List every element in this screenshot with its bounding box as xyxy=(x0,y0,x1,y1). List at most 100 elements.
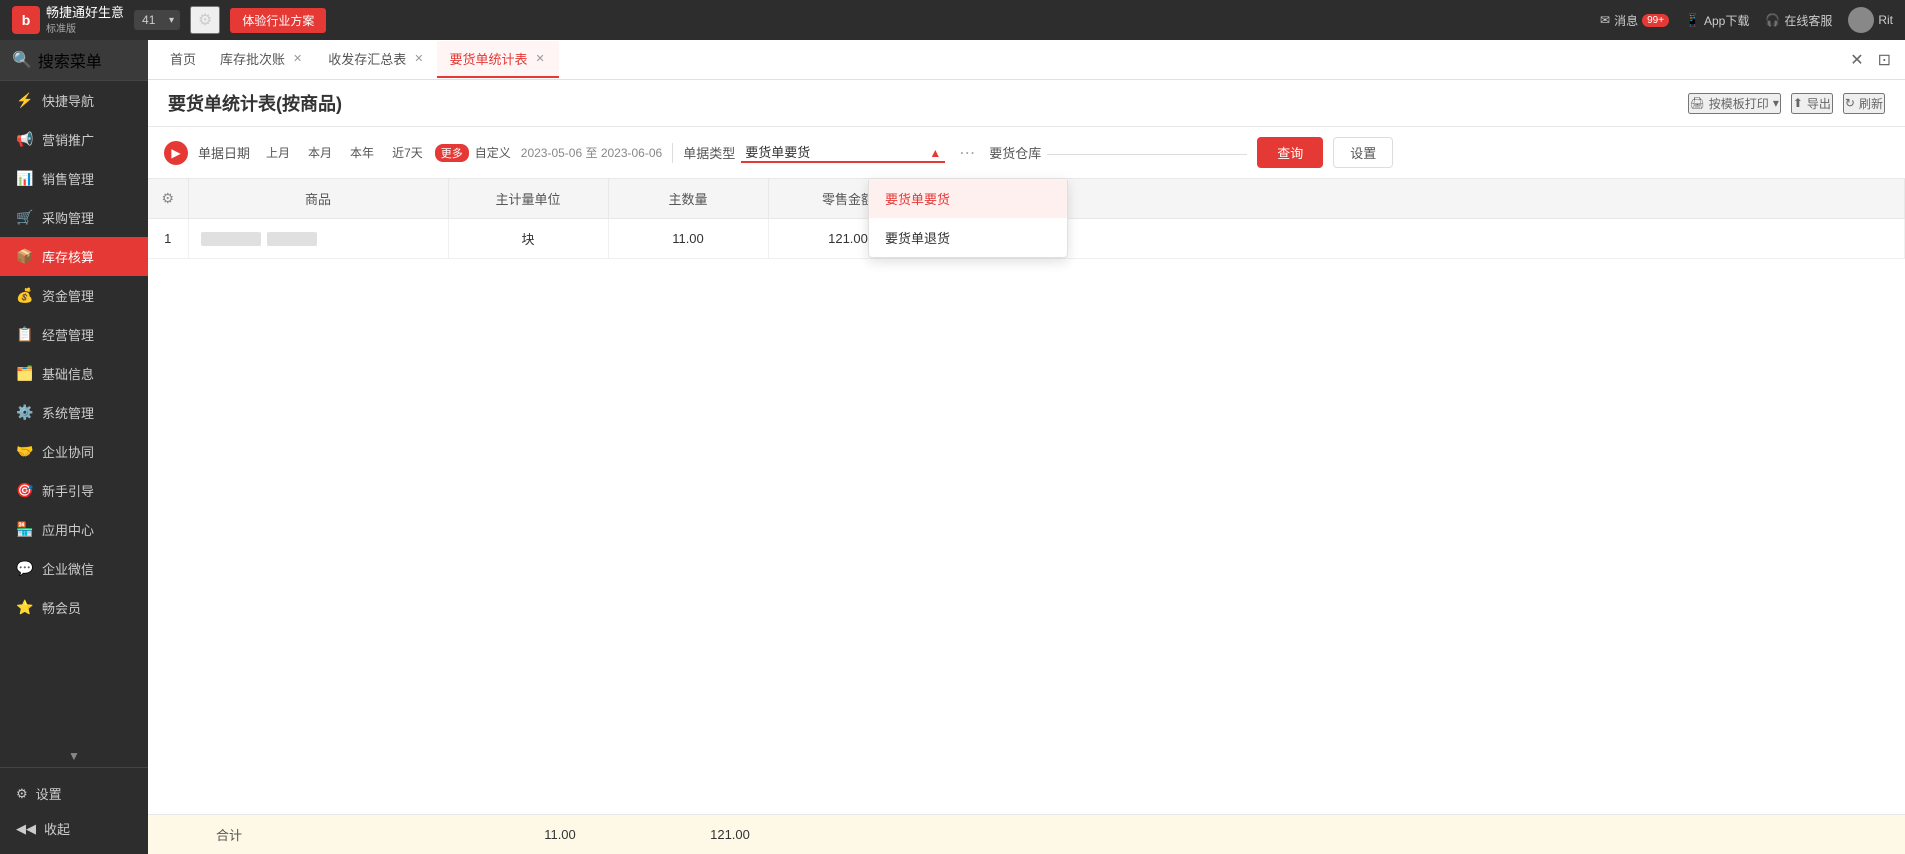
tab-expand-btn[interactable]: ⊡ xyxy=(1874,46,1895,74)
filter-bar: ▶ 单据日期 上月 本月 本年 近7天 更多 自定义 2023-05-06 至 … xyxy=(148,127,1905,179)
sidebar-item-label: 畅会员 xyxy=(42,598,81,617)
sidebar-item-member[interactable]: ⭐ 畅会员 xyxy=(0,588,148,627)
filter-expand-button[interactable]: ▶ xyxy=(164,141,188,165)
sidebar-item-apps[interactable]: 🏪 应用中心 xyxy=(0,510,148,549)
sidebar-item-label: 企业微信 xyxy=(42,559,94,578)
tab-receive-summary-label: 收发存汇总表 xyxy=(328,49,406,68)
finance-icon: 💰 xyxy=(16,287,34,305)
sidebar-item-label: 采购管理 xyxy=(42,208,94,227)
row-unit: 块 xyxy=(448,219,608,259)
date-custom-btn[interactable]: 自定义 xyxy=(475,144,511,161)
sidebar-item-operation[interactable]: 📋 经营管理 xyxy=(0,315,148,354)
sidebar-bottom-settings[interactable]: ⚙ 设置 xyxy=(0,776,148,811)
sidebar-item-marketing[interactable]: 📢 营销推广 xyxy=(0,120,148,159)
print-dropdown-icon: ▾ xyxy=(1773,96,1779,110)
setting-button[interactable]: 设置 xyxy=(1333,137,1393,168)
refresh-button[interactable]: ↻ 刷新 xyxy=(1843,93,1885,114)
marketing-icon: 📢 xyxy=(16,131,34,149)
online-service-label: 在线客服 xyxy=(1784,12,1832,29)
sidebar-item-finance[interactable]: 💰 资金管理 xyxy=(0,276,148,315)
tab-home[interactable]: 首页 xyxy=(158,41,208,78)
scroll-down-arrow[interactable]: ▼ xyxy=(68,749,80,763)
system-icon: ⚙️ xyxy=(16,404,34,422)
tab-bar: 首页 库存批次账 ✕ 收发存汇总表 ✕ 要货单统计表 ✕ ✕ ⊡ xyxy=(148,40,1905,80)
column-settings-icon[interactable]: ⚙ xyxy=(161,190,174,206)
dropdown-item-delivery[interactable]: 要货单要货 xyxy=(869,179,1067,218)
app-name: 畅捷通好生意 xyxy=(46,5,124,21)
sidebar-item-label: 营销推广 xyxy=(42,130,94,149)
sidebar-item-inventory[interactable]: 📦 库存核算 xyxy=(0,237,148,276)
query-button[interactable]: 查询 xyxy=(1257,137,1323,168)
product-cell xyxy=(201,232,436,246)
page-header: 要货单统计表(按商品) 🖨 按模板打印 ▾ ⬆ 导出 ↻ 刷新 xyxy=(148,80,1905,127)
tab-order-summary-close[interactable]: ✕ xyxy=(534,52,547,65)
trial-button[interactable]: 体验行业方案 xyxy=(230,8,326,33)
filter-type-input[interactable] xyxy=(741,142,945,163)
sidebar-item-label: 应用中心 xyxy=(42,520,94,539)
sidebar-item-purchase[interactable]: 🛒 采购管理 xyxy=(0,198,148,237)
page-header-actions: 🖨 按模板打印 ▾ ⬆ 导出 ↻ 刷新 xyxy=(1688,93,1885,114)
date-range-display: 2023-05-06 至 2023-06-06 xyxy=(521,144,662,161)
enterprise-icon: 🤝 xyxy=(16,443,34,461)
tab-receive-summary-close[interactable]: ✕ xyxy=(412,52,425,65)
dropdown-item-return[interactable]: 要货单退货 xyxy=(869,218,1067,257)
tab-close-all-btn[interactable]: ✕ xyxy=(1846,46,1867,74)
sidebar-search-item[interactable]: 🔍 搜索菜单 xyxy=(0,40,148,81)
sidebar-item-sales[interactable]: 📊 销售管理 xyxy=(0,159,148,198)
header-left: b 畅捷通好生意 标准版 41 ⚙ 体验行业方案 xyxy=(12,5,326,36)
page-content: 要货单统计表(按商品) 🖨 按模板打印 ▾ ⬆ 导出 ↻ 刷新 xyxy=(148,80,1905,854)
export-button[interactable]: ⬆ 导出 xyxy=(1791,93,1833,114)
user-area[interactable]: Rit xyxy=(1848,7,1893,33)
online-service-action[interactable]: 🎧 在线客服 xyxy=(1765,12,1832,29)
messages-action[interactable]: ✉ 消息 99+ xyxy=(1600,12,1669,29)
date-btn-this-year[interactable]: 本年 xyxy=(344,142,380,163)
tab-home-label: 首页 xyxy=(170,49,196,68)
filter-date-label: 单据日期 xyxy=(198,143,250,162)
purchase-icon: 🛒 xyxy=(16,209,34,227)
sidebar-bottom-collapse[interactable]: ◀◀ 收起 xyxy=(0,811,148,846)
product-placeholder-1 xyxy=(201,232,261,246)
date-more-badge[interactable]: 更多 xyxy=(435,144,469,162)
col-product: 商品 xyxy=(188,179,448,219)
date-btn-last-month[interactable]: 上月 xyxy=(260,142,296,163)
footer-total-label: 合计 xyxy=(200,825,460,844)
footer-total-amount: 121.00 xyxy=(660,827,800,842)
tab-inventory-batch-label: 库存批次账 xyxy=(220,49,285,68)
sidebar-item-shortcut[interactable]: ⚡ 快捷导航 xyxy=(0,81,148,120)
tab-inventory-batch-close[interactable]: ✕ xyxy=(291,52,304,65)
filter-separator-1 xyxy=(672,143,673,163)
inventory-icon: 📦 xyxy=(16,248,34,266)
sidebar-item-wechat[interactable]: 💬 企业微信 xyxy=(0,549,148,588)
settings-bottom-label: 设置 xyxy=(36,784,62,803)
date-btn-last-7[interactable]: 近7天 xyxy=(386,142,429,163)
filter-more-btn[interactable]: ⋯ xyxy=(955,143,979,163)
row-product xyxy=(188,219,448,259)
settings-icon-btn[interactable]: ⚙ xyxy=(190,6,220,34)
tab-order-summary-label: 要货单统计表 xyxy=(449,49,527,68)
messages-label: 消息 xyxy=(1614,12,1638,29)
logo-icon: b xyxy=(12,6,40,34)
store-selector[interactable]: 41 xyxy=(134,10,180,30)
sidebar-item-guide[interactable]: 🎯 新手引导 xyxy=(0,471,148,510)
footer-total-qty: 11.00 xyxy=(460,827,660,842)
user-name: Rit xyxy=(1878,13,1893,27)
store-selector-wrap[interactable]: 41 xyxy=(134,10,180,30)
wechat-icon: 💬 xyxy=(16,560,34,578)
product-placeholder-2 xyxy=(267,232,317,246)
app-download-action[interactable]: 📱 App下载 xyxy=(1685,12,1749,29)
sidebar-item-label: 经营管理 xyxy=(42,325,94,344)
search-icon-sidebar: 🔍 xyxy=(12,50,32,70)
header-right: ✉ 消息 99+ 📱 App下载 🎧 在线客服 Rit xyxy=(1600,7,1893,33)
date-btn-this-month[interactable]: 本月 xyxy=(302,142,338,163)
tab-order-summary[interactable]: 要货单统计表 ✕ xyxy=(437,41,558,78)
headset-icon: 🎧 xyxy=(1765,13,1780,27)
tab-inventory-batch[interactable]: 库存批次账 ✕ xyxy=(208,41,316,78)
tab-receive-summary[interactable]: 收发存汇总表 ✕ xyxy=(316,41,437,78)
export-icon: ⬆ xyxy=(1793,96,1803,110)
sidebar-item-basic[interactable]: 🗂️ 基础信息 xyxy=(0,354,148,393)
sidebar-item-system[interactable]: ⚙️ 系统管理 xyxy=(0,393,148,432)
sidebar-item-enterprise[interactable]: 🤝 企业协同 xyxy=(0,432,148,471)
print-button[interactable]: 🖨 按模板打印 ▾ xyxy=(1688,93,1781,114)
operation-icon: 📋 xyxy=(16,326,34,344)
filter-warehouse-wrap[interactable] xyxy=(1047,150,1247,155)
